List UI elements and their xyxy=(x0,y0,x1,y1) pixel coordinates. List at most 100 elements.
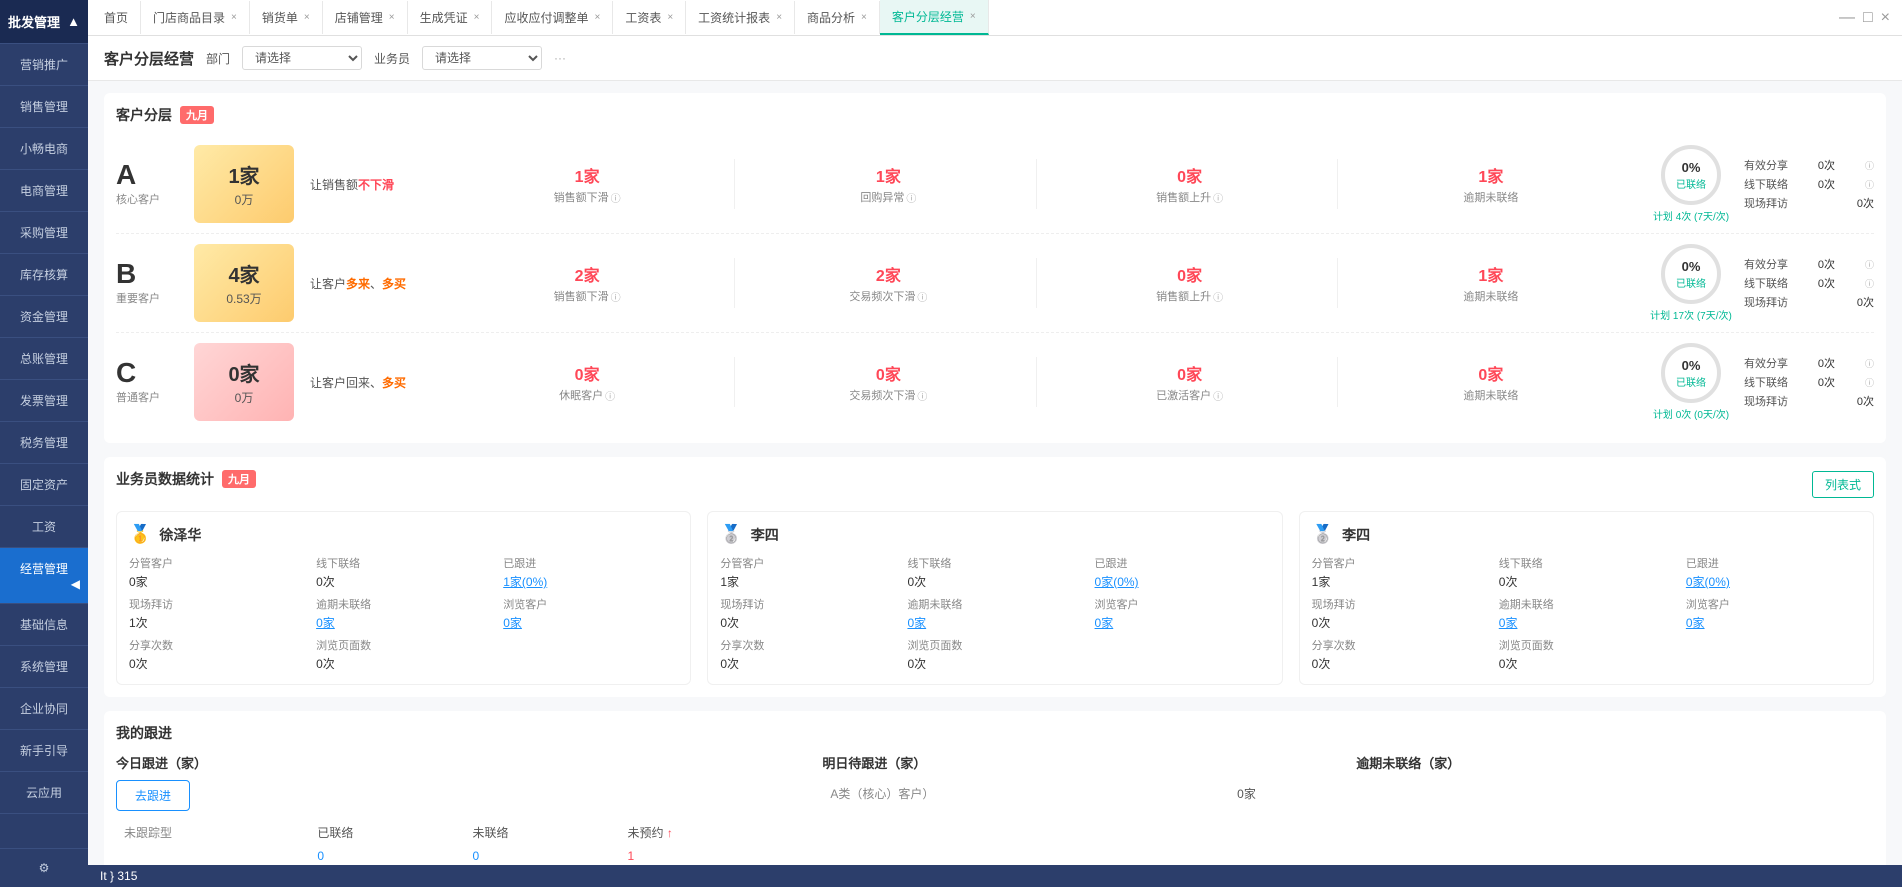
tab-shengcheng[interactable]: 生成凭证 × xyxy=(408,1,493,34)
tier-b-metric-1-value[interactable]: 2家 xyxy=(745,262,1031,286)
info-icon[interactable]: ⓘ xyxy=(1213,190,1223,205)
tab-dianpugl[interactable]: 店铺管理 × xyxy=(323,1,408,34)
info-icon[interactable]: ⓘ xyxy=(917,388,927,403)
info-icon[interactable]: ⓘ xyxy=(917,289,927,304)
sidebar-item-yingxiao[interactable]: 营销推广 xyxy=(0,44,88,86)
biz-stat-value-link[interactable]: 0家 xyxy=(503,614,678,631)
tab-kehu-close[interactable]: × xyxy=(970,11,976,22)
sidebar-item-xitong[interactable]: 系统管理 xyxy=(0,646,88,688)
tab-dianpugl-close[interactable]: × xyxy=(389,12,395,23)
tab-gongzibiao-close[interactable]: × xyxy=(667,12,673,23)
biz-stat-value-link[interactable]: 0家 xyxy=(1499,614,1674,631)
info-icon[interactable]: ⓘ xyxy=(906,190,916,205)
info-icon[interactable]: ⓘ xyxy=(605,388,615,403)
sidebar-item-jingying[interactable]: 经营管理 ◀ xyxy=(0,548,88,604)
filter-more-dots[interactable]: ··· xyxy=(554,51,566,65)
sidebar-top: 批发管理 ▲ xyxy=(0,0,88,44)
tier-a-metric-3-value[interactable]: 1家 xyxy=(1348,163,1634,187)
tier-c-stat-0-label: 有效分享 xyxy=(1744,355,1788,371)
tab-shangpinfx[interactable]: 商品分析 × xyxy=(795,1,880,34)
info-icon[interactable]: ⓘ xyxy=(1213,289,1223,304)
sidebar-item-xiaoshou[interactable]: 销售管理 xyxy=(0,86,88,128)
sidebar-item-gongzi[interactable]: 工资 xyxy=(0,506,88,548)
table-cell[interactable]: 0 xyxy=(466,846,619,865)
table-cell[interactable]: 0 xyxy=(311,846,464,865)
go-follow-button[interactable]: 去跟进 xyxy=(116,780,190,811)
info-icon-sm[interactable]: ⓘ xyxy=(1865,258,1874,271)
list-view-button[interactable]: 列表式 xyxy=(1812,471,1874,498)
settings-gear-icon[interactable]: ⚙ xyxy=(0,848,88,887)
biz-stat-value: 0次 xyxy=(1499,655,1674,672)
tier-c-metric-1-value[interactable]: 0家 xyxy=(745,361,1031,385)
sidebar-item-kucun[interactable]: 库存核算 xyxy=(0,254,88,296)
table-row: A类（核心）客户） 0家 xyxy=(824,782,1338,805)
biz-stat-label: 浏览客户 xyxy=(1095,596,1270,612)
tier-b-metric-2-value[interactable]: 0家 xyxy=(1047,262,1333,286)
tier-c-metric-2-value[interactable]: 0家 xyxy=(1047,361,1333,385)
sidebar-item-qiye[interactable]: 企业协同 xyxy=(0,688,88,730)
info-icon[interactable]: ⓘ xyxy=(1213,388,1223,403)
tab-mendian-close[interactable]: × xyxy=(231,12,237,23)
minimize-icon[interactable]: — xyxy=(1839,9,1855,27)
sidebar-item-shuiwu[interactable]: 税务管理 xyxy=(0,422,88,464)
sidebar-item-zijin[interactable]: 资金管理 xyxy=(0,296,88,338)
info-icon[interactable]: ⓘ xyxy=(611,289,621,304)
tier-c-count: 0家 xyxy=(228,358,259,387)
info-icon-sm[interactable]: ⓘ xyxy=(1865,376,1874,389)
sidebar-item-dianshangg[interactable]: 电商管理 xyxy=(0,170,88,212)
tier-c-metric-0-value[interactable]: 0家 xyxy=(444,361,730,385)
close-window-icon[interactable]: × xyxy=(1881,9,1890,27)
dept-filter-label: 部门 xyxy=(206,50,230,67)
tier-a-metric-1-value[interactable]: 1家 xyxy=(745,163,1031,187)
tier-a-metrics: 1家 销售额下滑 ⓘ 1家 回购异常 ⓘ 0家 xyxy=(440,145,1638,223)
staff-filter-select[interactable]: 请选择 xyxy=(422,46,542,70)
tab-xiaohuo[interactable]: 销货单 × xyxy=(250,1,323,34)
tab-mendian[interactable]: 门店商品目录 × xyxy=(141,1,250,34)
biz-stat-value-link[interactable]: 0家(0%) xyxy=(1095,573,1270,590)
tab-xiaohuo-close[interactable]: × xyxy=(304,12,310,23)
info-icon-sm[interactable]: ⓘ xyxy=(1865,277,1874,290)
tab-gongzitj-close[interactable]: × xyxy=(776,12,782,23)
sidebar-item-gudingzichan[interactable]: 固定资产 xyxy=(0,464,88,506)
tier-a-metric-0-value[interactable]: 1家 xyxy=(444,163,730,187)
sidebar-item-caigou[interactable]: 采购管理 xyxy=(0,212,88,254)
info-icon[interactable]: ⓘ xyxy=(611,190,621,205)
sidebar-item-fapiao[interactable]: 发票管理 xyxy=(0,380,88,422)
biz-stat-value-link[interactable]: 0家 xyxy=(316,614,491,631)
sidebar-item-yunyingyong[interactable]: 云应用 xyxy=(0,772,88,814)
biz-stat-value-link[interactable]: 0家 xyxy=(1686,614,1861,631)
tab-shengcheng-close[interactable]: × xyxy=(474,12,480,23)
biz-stat-label: 线下联络 xyxy=(1499,555,1674,571)
biz-stat-label: 线下联络 xyxy=(907,555,1082,571)
tier-b-metric-3-value[interactable]: 1家 xyxy=(1348,262,1634,286)
biz-stat-item: 已跟进 0家(0%) xyxy=(1686,555,1861,590)
info-icon-sm[interactable]: ⓘ xyxy=(1865,159,1874,172)
biz-stat-value-link[interactable]: 1家(0%) xyxy=(503,573,678,590)
tier-c-metric-3-value[interactable]: 0家 xyxy=(1348,361,1634,385)
tab-yingshou-close[interactable]: × xyxy=(594,12,600,23)
sidebar-expand-icon[interactable]: ▲ xyxy=(67,14,80,29)
sidebar-item-zongzhang[interactable]: 总账管理 xyxy=(0,338,88,380)
tab-gongzitj[interactable]: 工资统计报表 × xyxy=(686,1,795,34)
bottom-text: It } 315 xyxy=(100,869,137,883)
tab-kehu[interactable]: 客户分层经营 × xyxy=(880,0,989,35)
tab-shangpinfx-close[interactable]: × xyxy=(861,12,867,23)
table-cell[interactable]: 1 xyxy=(622,846,805,865)
tier-a-stat-0-label: 有效分享 xyxy=(1744,157,1788,173)
biz-stat-value-link[interactable]: 0家 xyxy=(1095,614,1270,631)
tab-gongzibiao[interactable]: 工资表 × xyxy=(613,1,686,34)
tier-b-circle-box: 0% 已联络 计划 17次 (7天/次) xyxy=(1646,244,1736,322)
dept-filter-select[interactable]: 请选择 xyxy=(242,46,362,70)
tier-a-metric-2-value[interactable]: 0家 xyxy=(1047,163,1333,187)
tier-b-metric-0-value[interactable]: 2家 xyxy=(444,262,730,286)
sidebar-item-xinshou[interactable]: 新手引导 xyxy=(0,730,88,772)
tab-yingshou[interactable]: 应收应付调整单 × xyxy=(492,1,613,34)
info-icon-sm[interactable]: ⓘ xyxy=(1865,178,1874,191)
sidebar-item-xiaodian[interactable]: 小畅电商 xyxy=(0,128,88,170)
biz-stat-value-link[interactable]: 0家 xyxy=(907,614,1082,631)
tab-home[interactable]: 首页 xyxy=(92,1,141,34)
info-icon-sm[interactable]: ⓘ xyxy=(1865,357,1874,370)
sidebar-item-jichu[interactable]: 基础信息 xyxy=(0,604,88,646)
maximize-icon[interactable]: □ xyxy=(1863,9,1873,27)
biz-stat-value-link[interactable]: 0家(0%) xyxy=(1686,573,1861,590)
